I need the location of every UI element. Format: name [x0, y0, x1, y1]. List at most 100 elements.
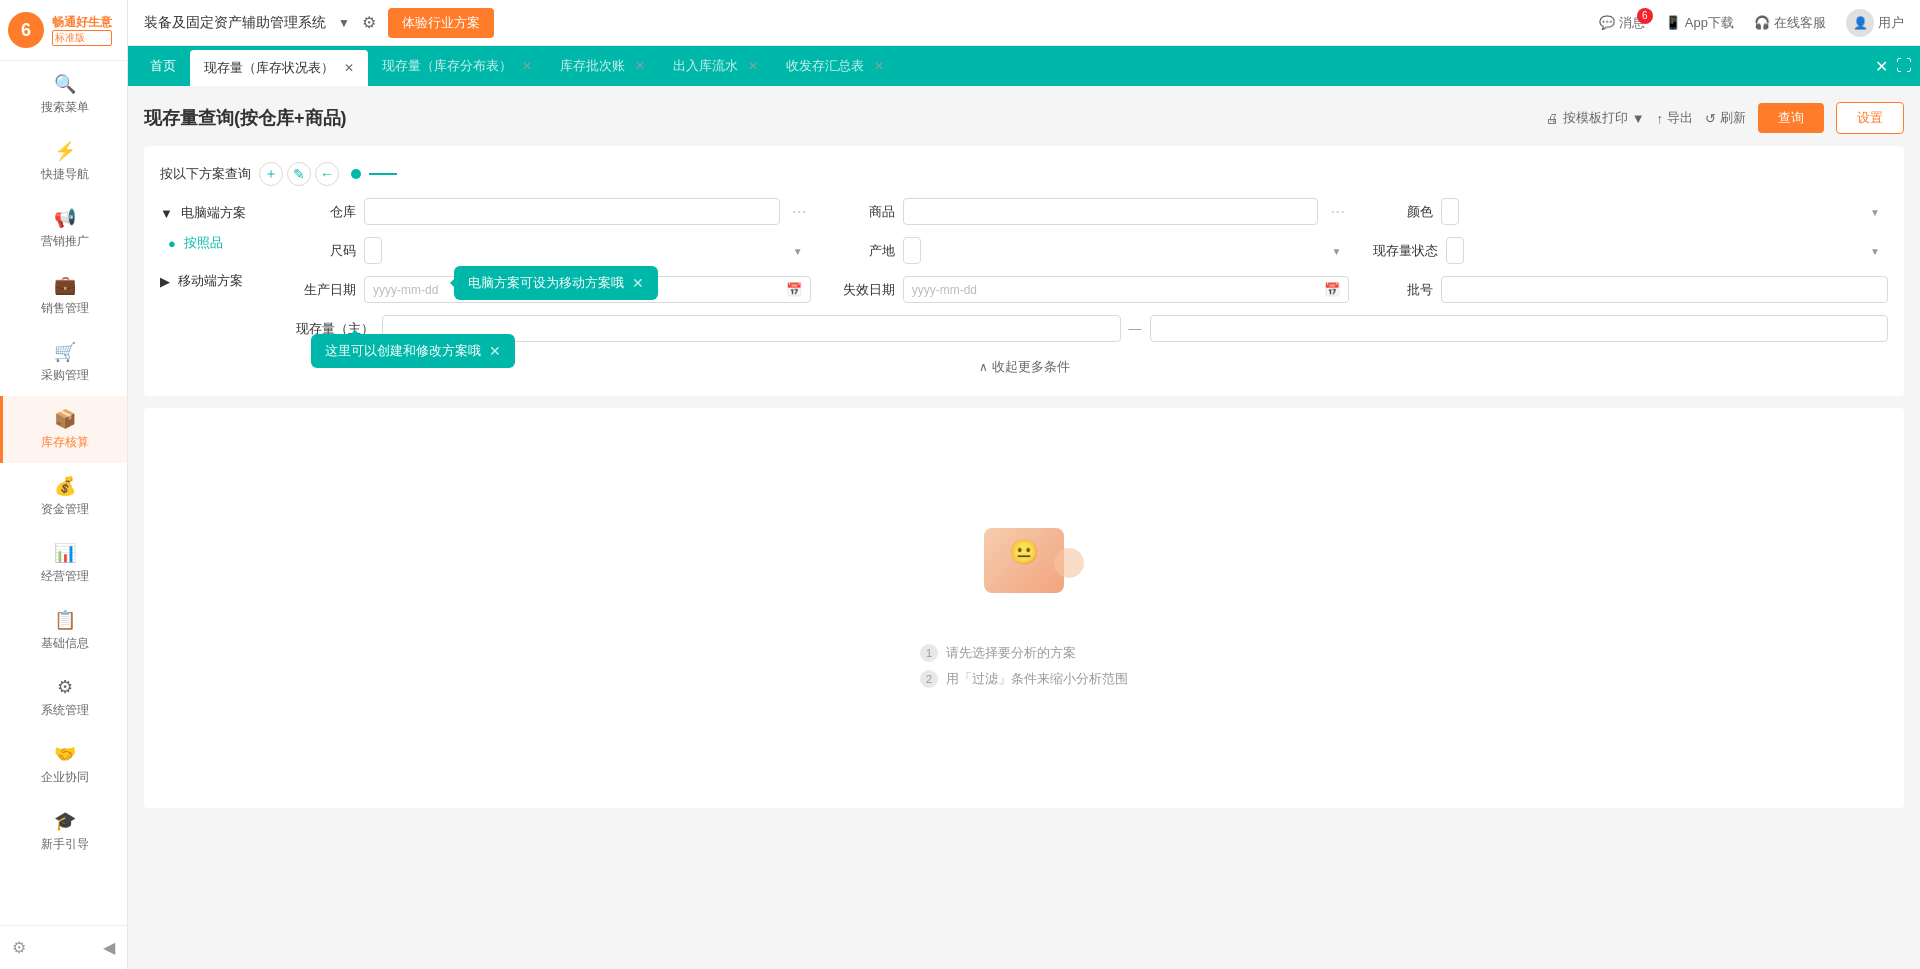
scheme-desktop-header[interactable]: ▼ 电脑端方案 [160, 198, 280, 228]
size-select[interactable] [364, 237, 382, 264]
sidebar-item-label: 系统管理 [41, 702, 89, 719]
tab-close-all-icon[interactable]: ✕ [1875, 57, 1888, 76]
stock-status-label: 现存量状态 [1373, 242, 1438, 260]
stock-main-to[interactable] [1150, 315, 1889, 342]
title-actions: 🖨 按模板打印 ▼ ↑ 导出 ↺ 刷新 查询 设置 [1546, 102, 1904, 134]
tab-receive-summary[interactable]: 收发存汇总表 ✕ [772, 50, 898, 82]
collapse-button[interactable]: ∧ 收起更多条件 [979, 358, 1070, 376]
sidebar-item-label: 采购管理 [41, 367, 89, 384]
sidebar-item-inventory[interactable]: 📦 库存核算 [0, 396, 127, 463]
settings-bottom-icon[interactable]: ⚙ [12, 938, 26, 957]
origin-select[interactable] [903, 237, 921, 264]
warehouse-input[interactable] [364, 198, 780, 225]
dropdown-arrow-icon: ▼ [338, 16, 350, 30]
sidebar-item-finance[interactable]: 💰 资金管理 [0, 463, 127, 530]
sidebar-item-purchase[interactable]: 🛒 采购管理 [0, 329, 127, 396]
scheme-dot-icon: ● [168, 236, 176, 251]
header-settings-icon[interactable]: ⚙ [362, 13, 376, 32]
warehouse-dots[interactable]: ··· [792, 201, 807, 222]
trial-button[interactable]: 体验行业方案 [388, 8, 494, 38]
product-dots[interactable]: ··· [1330, 201, 1345, 222]
inventory-icon: 📦 [54, 408, 76, 430]
sidebar-item-label: 经营管理 [41, 568, 89, 585]
scheme-mobile-header[interactable]: ▶ 移动端方案 [160, 266, 280, 296]
produce-date-label: 生产日期 [296, 281, 356, 299]
sidebar-item-system[interactable]: ⚙ 系统管理 [0, 664, 127, 731]
batch-input[interactable] [1441, 276, 1888, 303]
expire-date-input[interactable]: yyyy-mm-dd 📅 [903, 276, 1350, 303]
sidebar-item-sales[interactable]: 💼 销售管理 [0, 262, 127, 329]
tooltip-create-close[interactable]: ✕ [489, 343, 501, 359]
empty-circle-deco [1054, 548, 1084, 578]
sidebar-item-quick-nav[interactable]: ⚡ 快捷导航 [0, 128, 127, 195]
hint-text-1: 请先选择要分析的方案 [946, 644, 1076, 662]
refresh-action[interactable]: ↺ 刷新 [1705, 109, 1746, 127]
export-action[interactable]: ↑ 导出 [1657, 109, 1694, 127]
sidebar-item-base[interactable]: 📋 基础信息 [0, 597, 127, 664]
empty-state-container: 😐 1 请先选择要分析的方案 2 用「过滤」条件来缩小分析范围 [144, 408, 1904, 808]
tab-batch-ledger[interactable]: 库存批次账 ✕ [546, 50, 659, 82]
color-select[interactable] [1441, 198, 1459, 225]
tab-inventory-dist[interactable]: 现存量（库存分布表） ✕ [368, 50, 546, 82]
tab-receive-summary-close[interactable]: ✕ [874, 59, 884, 73]
hint-num-2: 2 [920, 670, 938, 688]
query-button[interactable]: 查询 [1758, 103, 1824, 133]
add-scheme-icon[interactable]: ＋ [259, 162, 283, 186]
support-icon: 🎧 [1754, 15, 1770, 30]
collapse-sidebar-icon[interactable]: ◀ [103, 938, 115, 957]
tab-fullscreen-icon[interactable]: ⛶ [1896, 57, 1912, 75]
tab-batch-ledger-label: 库存批次账 [560, 57, 625, 75]
tab-batch-ledger-close[interactable]: ✕ [635, 59, 645, 73]
tab-inventory-status[interactable]: 现存量（库存状况表） ✕ [190, 50, 368, 86]
sidebar-item-search-menu[interactable]: 🔍 搜索菜单 [0, 61, 127, 128]
empty-hint-2: 2 用「过滤」条件来缩小分析范围 [920, 670, 1128, 688]
user-action[interactable]: 👤 用户 [1846, 9, 1904, 37]
sidebar-item-enterprise[interactable]: 🤝 企业协同 [0, 731, 127, 798]
sidebar-item-label: 营销推广 [41, 233, 89, 250]
refresh-label: 刷新 [1720, 109, 1746, 127]
sidebar-item-marketing[interactable]: 📢 营销推广 [0, 195, 127, 262]
edit-scheme-icon[interactable]: ✎ [287, 162, 311, 186]
app-download-action[interactable]: 📱 App下载 [1665, 14, 1734, 32]
tab-home-label: 首页 [150, 57, 176, 75]
set-button[interactable]: 设置 [1836, 102, 1904, 134]
logo-icon: 6 [8, 12, 44, 48]
print-action[interactable]: 🖨 按模板打印 ▼ [1546, 109, 1645, 127]
tab-in-out-flow-label: 出入库流水 [673, 57, 738, 75]
tooltip-scheme-text: 电脑方案可设为移动方案哦 [468, 274, 624, 292]
notifications-action[interactable]: 💬 消息 6 [1599, 14, 1645, 32]
filter-row-4: 现存量（主） — [296, 315, 1888, 342]
header-right: 💬 消息 6 📱 App下载 🎧 在线客服 👤 用户 [1599, 9, 1904, 37]
product-input[interactable] [903, 198, 1319, 225]
size-field: 尺码 [296, 237, 811, 264]
connector-dot [351, 169, 361, 179]
sidebar-item-label: 库存核算 [41, 434, 89, 451]
sidebar-item-label: 搜索菜单 [41, 99, 89, 116]
sidebar-item-operations[interactable]: 📊 经营管理 [0, 530, 127, 597]
tab-receive-summary-label: 收发存汇总表 [786, 57, 864, 75]
origin-field: 产地 [835, 237, 1350, 264]
calendar-icon-expire: 📅 [1324, 282, 1340, 297]
batch-label: 批号 [1373, 281, 1433, 299]
print-arrow-icon: ▼ [1632, 111, 1645, 126]
sidebar-item-guide[interactable]: 🎓 新手引导 [0, 798, 127, 865]
quick-nav-icon: ⚡ [54, 140, 76, 162]
phone-icon: 📱 [1665, 15, 1681, 30]
header-dropdown[interactable]: ▼ [338, 16, 350, 30]
tab-inventory-status-close[interactable]: ✕ [344, 61, 354, 75]
tooltip-scheme-close[interactable]: ✕ [632, 275, 644, 291]
hint-text-2: 用「过滤」条件来缩小分析范围 [946, 670, 1128, 688]
export-label: 导出 [1667, 109, 1693, 127]
finance-icon: 💰 [54, 475, 76, 497]
online-support-action[interactable]: 🎧 在线客服 [1754, 14, 1826, 32]
back-scheme-icon[interactable]: ← [315, 162, 339, 186]
stock-status-select[interactable] [1446, 237, 1464, 264]
logo-text: 畅通好生意 [52, 14, 112, 31]
tab-in-out-flow-close[interactable]: ✕ [748, 59, 758, 73]
tab-home[interactable]: 首页 [136, 50, 190, 82]
tab-inventory-dist-close[interactable]: ✕ [522, 59, 532, 73]
scheme-item-按照品[interactable]: ● 按照品 [168, 228, 280, 258]
empty-state: 😐 1 请先选择要分析的方案 2 用「过滤」条件来缩小分析范围 [920, 448, 1128, 768]
enterprise-icon: 🤝 [54, 743, 76, 765]
tab-in-out-flow[interactable]: 出入库流水 ✕ [659, 50, 772, 82]
